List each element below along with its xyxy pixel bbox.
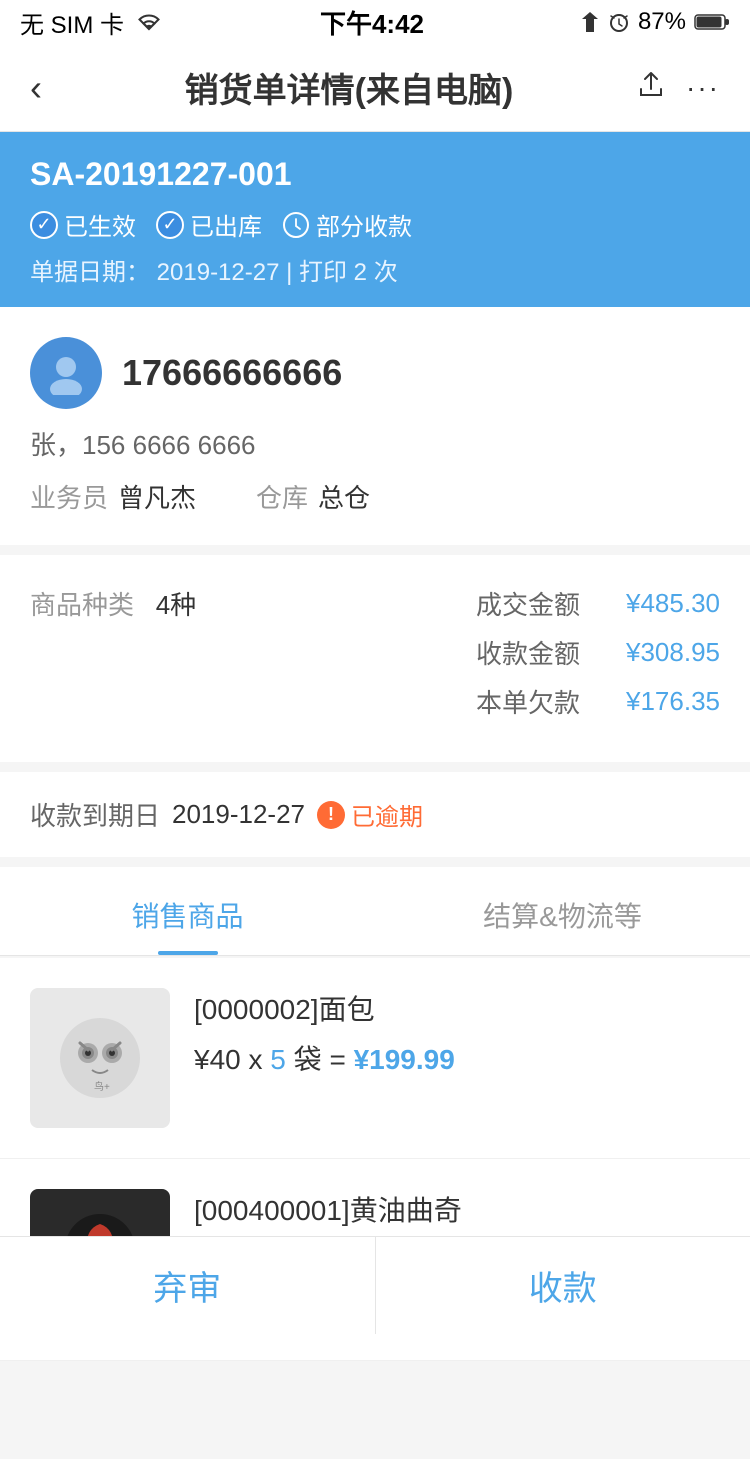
due-date-label: 收款到期日 bbox=[30, 796, 160, 833]
overdue-badge: ! 已逾期 bbox=[317, 797, 423, 832]
more-button[interactable]: ··· bbox=[686, 72, 720, 104]
banner-date-row: 单据日期： 2019-12-27 | 打印 2 次 bbox=[30, 252, 720, 287]
status-bar: 无 SIM 卡 下午4:42 87% bbox=[0, 0, 750, 44]
due-date-value: 2019-12-27 bbox=[172, 799, 305, 830]
category-value: 4种 bbox=[156, 590, 196, 620]
owed-amount-label: 本单欠款 bbox=[476, 683, 580, 720]
effected-label: 已生效 bbox=[64, 207, 136, 242]
product-total-1: ¥199.99 bbox=[354, 1044, 455, 1075]
collect-payment-button[interactable]: 收款 bbox=[376, 1237, 750, 1334]
clock-icon bbox=[282, 211, 310, 239]
customer-section: 17666666666 张，156 6666 6666 业务员 曾凡杰 仓库 总… bbox=[0, 307, 750, 545]
category-label: 商品种类 bbox=[30, 590, 134, 620]
customer-meta: 业务员 曾凡杰 仓库 总仓 bbox=[30, 478, 720, 515]
transaction-amount-row: 成交金额 ¥485.30 bbox=[476, 585, 720, 622]
share-button[interactable] bbox=[636, 69, 666, 107]
status-partial-payment: 部分收款 bbox=[282, 207, 412, 242]
customer-row: 17666666666 bbox=[30, 337, 720, 409]
customer-sub-info: 张，156 6666 6666 bbox=[30, 425, 720, 462]
partial-payment-label: 部分收款 bbox=[316, 207, 412, 242]
warehouse-value: 总仓 bbox=[318, 478, 370, 515]
back-button[interactable]: ‹ bbox=[30, 67, 42, 109]
effected-icon: ✓ bbox=[30, 211, 58, 239]
sales-value: 曾凡杰 bbox=[118, 478, 196, 515]
sales-meta: 业务员 曾凡杰 bbox=[30, 478, 196, 515]
owed-amount-row: 本单欠款 ¥176.35 bbox=[476, 683, 720, 720]
tab-products[interactable]: 销售商品 bbox=[0, 867, 375, 955]
product-name-2: [000400001]黄油曲奇 bbox=[194, 1189, 720, 1229]
product-info-1: [0000002]面包 ¥40 x 5 袋 = ¥199.99 bbox=[194, 988, 720, 1078]
header-banner: SA-20191227-001 ✓ 已生效 ✓ 已出库 部分收款 单据日期： 2… bbox=[0, 132, 750, 307]
warehouse-label: 仓库 bbox=[256, 478, 308, 515]
status-bar-time: 下午4:42 bbox=[320, 4, 424, 41]
tab-settlement[interactable]: 结算&物流等 bbox=[375, 867, 750, 955]
banner-date-label: 单据日期： bbox=[30, 259, 150, 286]
battery-text: 87% bbox=[638, 8, 686, 36]
amount-stats: 成交金额 ¥485.30 收款金额 ¥308.95 本单欠款 ¥176.35 bbox=[476, 585, 720, 732]
transaction-amount-value: ¥485.30 bbox=[600, 588, 720, 619]
status-bar-right: 87% bbox=[580, 8, 730, 36]
overdue-text: 已逾期 bbox=[351, 797, 423, 832]
owed-amount-value: ¥176.35 bbox=[600, 686, 720, 717]
location-icon bbox=[580, 11, 600, 33]
stats-section: 商品种类 4种 成交金额 ¥485.30 收款金额 ¥308.95 本单欠款 ¥… bbox=[0, 555, 750, 762]
banner-print-info: | 打印 2 次 bbox=[286, 259, 398, 286]
shipped-icon: ✓ bbox=[156, 211, 184, 239]
received-amount-row: 收款金额 ¥308.95 bbox=[476, 634, 720, 671]
product-price-row-1: ¥40 x 5 袋 = ¥199.99 bbox=[194, 1038, 720, 1078]
overdue-icon: ! bbox=[317, 801, 345, 829]
received-amount-value: ¥308.95 bbox=[600, 637, 720, 668]
tabs-section: 销售商品 结算&物流等 bbox=[0, 867, 750, 956]
battery-icon bbox=[694, 13, 730, 31]
transaction-amount-label: 成交金额 bbox=[476, 585, 580, 622]
due-date-section: 收款到期日 2019-12-27 ! 已逾期 bbox=[0, 772, 750, 857]
banner-statuses: ✓ 已生效 ✓ 已出库 部分收款 bbox=[30, 207, 720, 242]
bottom-bar: 弃审 收款 bbox=[0, 1236, 750, 1334]
product-item-1: 鸟+ [0000002]面包 ¥40 x 5 袋 = ¥199.99 bbox=[0, 958, 750, 1159]
cancel-review-button[interactable]: 弃审 bbox=[0, 1237, 376, 1334]
product-image-1: 鸟+ bbox=[30, 988, 170, 1128]
nav-bar: ‹ 销货单详情(来自电脑) ··· bbox=[0, 44, 750, 132]
status-effected: ✓ 已生效 bbox=[30, 207, 136, 242]
product-qty-1: 5 bbox=[270, 1044, 286, 1075]
customer-phone: 17666666666 bbox=[122, 352, 342, 394]
shipped-label: 已出库 bbox=[190, 207, 262, 242]
status-bar-left: 无 SIM 卡 bbox=[20, 5, 164, 40]
order-id: SA-20191227-001 bbox=[30, 156, 720, 193]
wifi-icon bbox=[134, 11, 164, 33]
product-name-1: [0000002]面包 bbox=[194, 988, 720, 1028]
status-shipped: ✓ 已出库 bbox=[156, 207, 262, 242]
received-amount-label: 收款金额 bbox=[476, 634, 580, 671]
product-unit-1: 袋 bbox=[294, 1044, 322, 1075]
svg-text:鸟+: 鸟+ bbox=[94, 1080, 110, 1093]
customer-avatar bbox=[30, 337, 102, 409]
category-stats: 商品种类 4种 bbox=[30, 585, 196, 622]
product-price-1: ¥40 bbox=[194, 1044, 241, 1075]
page-title: 销货单详情(来自电脑) bbox=[62, 63, 636, 112]
banner-date-value: 2019-12-27 bbox=[157, 259, 280, 286]
nav-actions: ··· bbox=[636, 69, 720, 107]
alarm-icon bbox=[608, 11, 630, 33]
sales-label: 业务员 bbox=[30, 478, 108, 515]
no-sim-text: 无 SIM 卡 bbox=[20, 5, 124, 40]
warehouse-meta: 仓库 总仓 bbox=[256, 478, 370, 515]
